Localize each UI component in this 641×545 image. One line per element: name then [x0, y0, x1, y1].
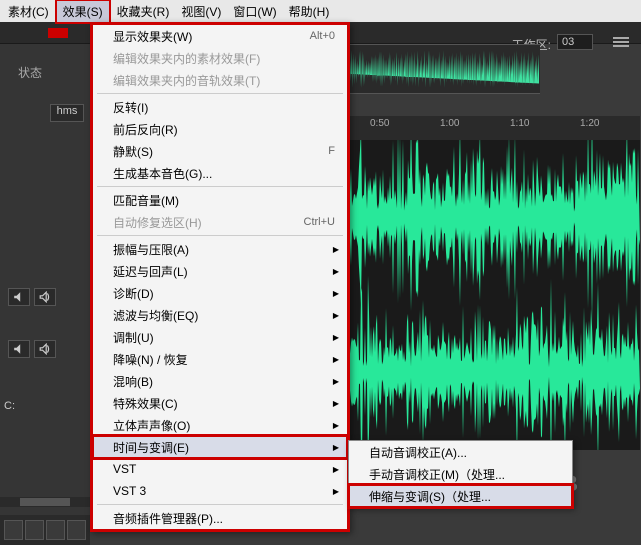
menu-item[interactable]: 降噪(N) / 恢复▶ — [93, 348, 347, 370]
menu-item[interactable]: VST▶ — [93, 458, 347, 480]
chevron-right-icon: ▶ — [333, 245, 339, 254]
menu-item: 编辑效果夹内的音轨效果(T) — [93, 69, 347, 91]
chevron-right-icon: ▶ — [333, 399, 339, 408]
menu-item[interactable]: 特殊效果(C)▶ — [93, 392, 347, 414]
chevron-right-icon: ▶ — [333, 355, 339, 364]
chevron-right-icon: ▶ — [333, 487, 339, 496]
ruler-tick: 1:20 — [580, 118, 599, 129]
volume-icon-2[interactable] — [8, 340, 30, 358]
menubar: 素材(C) 效果(S) 收藏夹(R) 视图(V) 窗口(W) 帮助(H) — [0, 0, 641, 22]
menu-item[interactable]: 前后反向(R) — [93, 118, 347, 140]
submenu-item[interactable]: 自动音调校正(A)... — [349, 441, 572, 463]
icon-group-1 — [8, 288, 56, 306]
ruler-tick: 1:10 — [510, 118, 529, 129]
scrollbar-horizontal[interactable] — [0, 497, 90, 507]
speaker-icon[interactable] — [34, 288, 56, 306]
channel-c-label: C: — [4, 400, 15, 412]
menu-help[interactable]: 帮助(H) — [283, 1, 336, 22]
panel-menu-icon[interactable] — [611, 34, 631, 50]
menu-item[interactable]: VST 3▶ — [93, 480, 347, 502]
menu-item[interactable]: 诊断(D)▶ — [93, 282, 347, 304]
tool-btn-4[interactable] — [67, 520, 86, 540]
submenu-item[interactable]: 手动音调校正(M)（处理... — [349, 463, 572, 485]
menu-item[interactable]: 反转(I) — [93, 96, 347, 118]
tool-btn-2[interactable] — [25, 520, 44, 540]
time-pitch-submenu: 自动音调校正(A)...手动音调校正(M)（处理...伸缩与变调(S)（处理..… — [348, 440, 573, 508]
left-panel: hms C: — [0, 44, 90, 545]
chevron-right-icon: ▶ — [333, 267, 339, 276]
menu-favorites[interactable]: 收藏夹(R) — [111, 1, 176, 22]
menu-item: 编辑效果夹内的素材效果(F) — [93, 47, 347, 69]
menu-item[interactable]: 调制(U)▶ — [93, 326, 347, 348]
menu-item[interactable]: 滤波与均衡(EQ)▶ — [93, 304, 347, 326]
chevron-right-icon: ▶ — [333, 421, 339, 430]
menu-window[interactable]: 窗口(W) — [227, 1, 282, 22]
menu-effects[interactable]: 效果(S) — [55, 0, 111, 24]
menu-item[interactable]: 静默(S)F — [93, 140, 347, 162]
menu-item[interactable]: 时间与变调(E)▶ — [93, 436, 347, 458]
icon-group-2 — [8, 340, 56, 358]
menu-material[interactable]: 素材(C) — [2, 1, 55, 22]
tool-btn-1[interactable] — [4, 520, 23, 540]
menu-item[interactable]: 生成基本音色(G)... — [93, 162, 347, 184]
volume-icon[interactable] — [8, 288, 30, 306]
color-swatch — [48, 28, 68, 38]
chevron-right-icon: ▶ — [333, 333, 339, 342]
menu-item[interactable]: 显示效果夹(W)Alt+0 — [93, 25, 347, 47]
menu-item[interactable]: 延迟与回声(L)▶ — [93, 260, 347, 282]
menu-item[interactable]: 音频插件管理器(P)... — [93, 507, 347, 529]
hms-button[interactable]: hms — [50, 104, 84, 122]
menu-item[interactable]: 匹配音量(M) — [93, 189, 347, 211]
menu-item: 自动修复选区(H)Ctrl+U — [93, 211, 347, 233]
bottom-toolbar — [0, 515, 90, 545]
status-label: 状态 — [18, 64, 42, 81]
workspace-selector[interactable]: 03 — [557, 34, 593, 50]
chevron-right-icon: ▶ — [333, 289, 339, 298]
tool-btn-3[interactable] — [46, 520, 65, 540]
submenu-item[interactable]: 伸缩与变调(S)（处理... — [349, 485, 572, 507]
chevron-right-icon: ▶ — [333, 465, 339, 474]
menu-item[interactable]: 混响(B)▶ — [93, 370, 347, 392]
ruler-tick: 0:50 — [370, 118, 389, 129]
menu-view[interactable]: 视图(V) — [175, 1, 227, 22]
menu-item[interactable]: 立体声声像(O)▶ — [93, 414, 347, 436]
speaker-icon-2[interactable] — [34, 340, 56, 358]
chevron-right-icon: ▶ — [333, 377, 339, 386]
scrollbar-thumb[interactable] — [20, 498, 70, 506]
chevron-right-icon: ▶ — [333, 311, 339, 320]
chevron-right-icon: ▶ — [333, 443, 339, 452]
effects-dropdown: 显示效果夹(W)Alt+0编辑效果夹内的素材效果(F)编辑效果夹内的音轨效果(T… — [90, 22, 350, 532]
ruler-tick: 1:00 — [440, 118, 459, 129]
menu-item[interactable]: 振幅与压限(A)▶ — [93, 238, 347, 260]
